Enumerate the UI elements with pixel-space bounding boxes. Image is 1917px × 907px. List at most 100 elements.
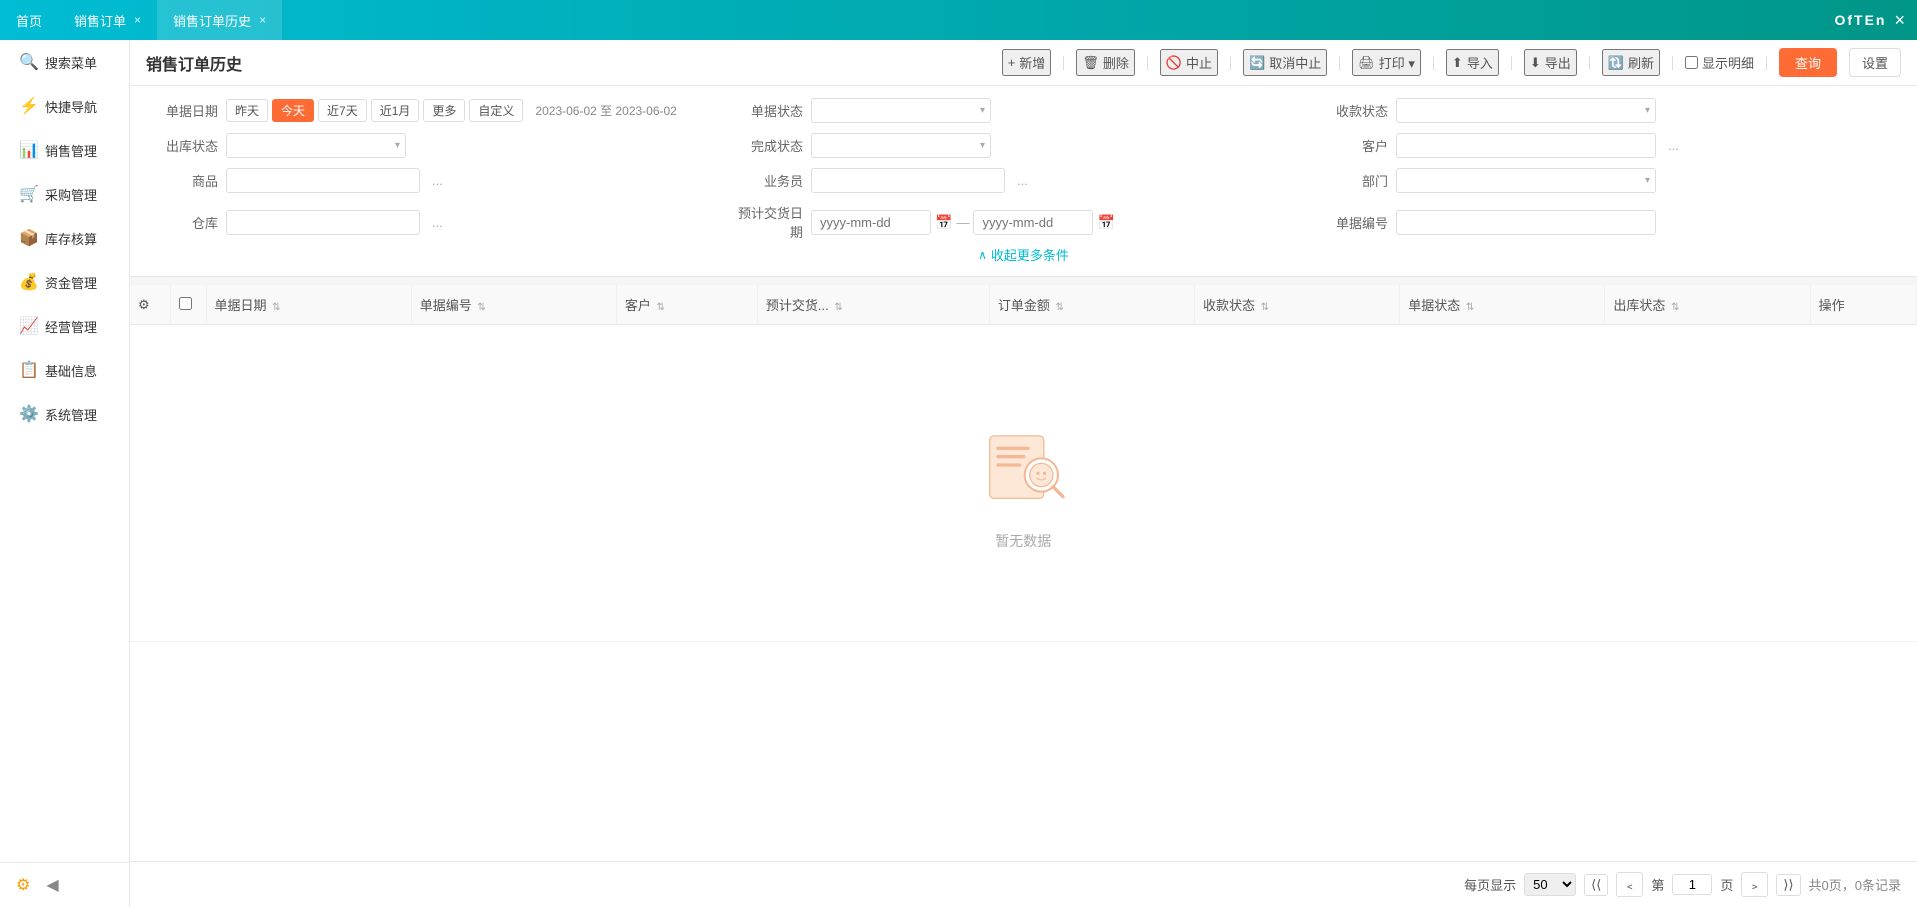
product-dots[interactable]: ...	[432, 173, 443, 188]
sidebar-label-purchase: 采购管理	[45, 185, 97, 204]
stop-button[interactable]: 🚫 中止	[1160, 49, 1218, 76]
product-value: ...	[226, 168, 731, 193]
new-button[interactable]: + 新增	[1002, 49, 1052, 76]
delivery-date-end[interactable]	[973, 210, 1093, 235]
th-bill-no-sort: ⇅	[477, 302, 485, 313]
toolbar-actions: + 新增 🗑 删除 🚫 中止 🔄 取消中止	[1002, 48, 1901, 77]
th-stock-status[interactable]: 出库状态 ⇅	[1605, 285, 1810, 325]
tab-sales-order[interactable]: 销售订单 ×	[58, 0, 157, 40]
sidebar-item-inventory[interactable]: 📦 库存核算	[0, 216, 129, 260]
delete-button[interactable]: 🗑 删除	[1076, 49, 1135, 76]
delete-label: 删除	[1103, 53, 1129, 72]
warehouse-input[interactable]	[226, 210, 420, 235]
date-btn-custom[interactable]: 自定义	[469, 99, 523, 122]
tab-sales-history[interactable]: 销售订单历史 ×	[157, 0, 282, 40]
delivery-date-value: 📅 — 📅	[811, 210, 1316, 235]
tab-sales-order-close[interactable]: ×	[134, 13, 141, 27]
sidebar-item-search[interactable]: 🔍 搜索菜单	[0, 40, 129, 84]
filter-cell-bill-no: 单据编号	[1316, 203, 1901, 241]
inventory-icon: 📦	[19, 228, 37, 248]
tab-home[interactable]: + 新增 首页	[0, 0, 58, 40]
print-button[interactable]: 🖨 打印 ▾	[1352, 49, 1421, 76]
th-order-amount-label: 订单金额	[998, 298, 1050, 313]
th-bill-date-label: 单据日期	[215, 298, 267, 313]
date-btn-7days[interactable]: 近7天	[318, 99, 367, 122]
page-size-select[interactable]: 20 50 100	[1524, 873, 1576, 896]
sidebar-item-finance[interactable]: 💰 资金管理	[0, 260, 129, 304]
dept-select[interactable]	[1396, 168, 1656, 193]
receipt-status-select[interactable]	[1396, 98, 1656, 123]
th-bill-date[interactable]: 单据日期 ⇅	[206, 285, 411, 325]
th-bill-status[interactable]: 单据状态 ⇅	[1400, 285, 1605, 325]
sidebar-collapse-icon[interactable]: ◀	[46, 875, 58, 895]
th-receipt-status[interactable]: 收款状态 ⇅	[1195, 285, 1400, 325]
toolbar: 销售订单历史 + 新增 🗑 删除 🚫 中止 🔄	[130, 40, 1917, 86]
settings-gear-icon[interactable]: ⚙	[138, 297, 150, 312]
top-bar-right: OfTEn ×	[1834, 10, 1917, 31]
bill-status-select[interactable]	[811, 98, 991, 123]
th-action-label: 操作	[1819, 298, 1845, 313]
collapse-more[interactable]: ∧ 收起更多条件	[146, 241, 1901, 264]
empty-state: 暂无数据	[138, 335, 1909, 631]
pagination-next[interactable]: ﹥	[1741, 872, 1768, 897]
date-btn-more[interactable]: 更多	[423, 99, 465, 122]
top-bar-close[interactable]: ×	[1894, 10, 1905, 31]
complete-status-select[interactable]	[811, 133, 991, 158]
delivery-date-start-icon[interactable]: 📅	[935, 214, 952, 231]
sidebar-item-basic-info[interactable]: 📋 基础信息	[0, 348, 129, 392]
th-customer[interactable]: 客户 ⇅	[616, 285, 757, 325]
product-input[interactable]	[226, 168, 420, 193]
settings-button[interactable]: 设置	[1849, 48, 1901, 77]
export-button[interactable]: ⬇ 导出	[1524, 49, 1577, 76]
divider-8	[1672, 56, 1673, 70]
delivery-date-start[interactable]	[811, 210, 931, 235]
sidebar-item-quicknav[interactable]: ⚡ 快捷导航	[0, 84, 129, 128]
date-btn-today[interactable]: 今天	[272, 99, 314, 122]
pagination-page-input[interactable]	[1672, 874, 1712, 895]
import-button[interactable]: ⬆ 导入	[1446, 49, 1499, 76]
empty-text: 暂无数据	[995, 531, 1051, 551]
refresh-button[interactable]: 🔃 刷新	[1602, 49, 1660, 76]
customer-input[interactable]	[1396, 133, 1656, 158]
th-bill-no[interactable]: 单据编号 ⇅	[411, 285, 616, 325]
th-order-amount[interactable]: 订单金额 ⇅	[989, 285, 1194, 325]
tab-sales-history-close[interactable]: ×	[259, 13, 266, 27]
pagination-prev[interactable]: ﹤	[1616, 872, 1643, 897]
display-toggle-checkbox[interactable]	[1685, 56, 1698, 69]
filter-cell-delivery-date: 预计交货日期 📅 — 📅	[731, 203, 1316, 241]
delivery-date-end-icon[interactable]: 📅	[1097, 214, 1114, 231]
th-action: 操作	[1810, 285, 1916, 325]
sidebar-item-sales[interactable]: 📊 销售管理	[0, 128, 129, 172]
stop-icon: 🚫	[1166, 55, 1182, 71]
sidebar-item-system[interactable]: ⚙️ 系统管理	[0, 392, 129, 436]
salesman-dots[interactable]: ...	[1017, 173, 1028, 188]
sidebar-settings-icon[interactable]: ⚙	[16, 875, 30, 895]
cancel-stop-button[interactable]: 🔄 取消中止	[1243, 49, 1327, 76]
date-btn-1month[interactable]: 近1月	[371, 99, 420, 122]
stock-status-select[interactable]	[226, 133, 406, 158]
display-toggle[interactable]: 显示明细	[1685, 53, 1754, 72]
salesman-input[interactable]	[811, 168, 1005, 193]
th-checkbox[interactable]	[170, 285, 206, 325]
warehouse-dots[interactable]: ...	[432, 215, 443, 230]
sidebar-label-sales: 销售管理	[45, 141, 97, 160]
bill-no-input[interactable]	[1396, 210, 1656, 235]
sidebar-item-operations[interactable]: 📈 经营管理	[0, 304, 129, 348]
filter-row-4: 仓库 ... 预计交货日期 📅 — 📅	[146, 203, 1901, 241]
date-filter-btns: 昨天 今天 近7天 近1月 更多 自定义	[226, 99, 523, 122]
query-button[interactable]: 查询	[1779, 48, 1837, 77]
pagination-first[interactable]: ⟨⟨	[1584, 874, 1608, 896]
filter-row-3: 商品 ... 业务员 ... 部门	[146, 168, 1901, 193]
select-all-checkbox[interactable]	[179, 297, 192, 310]
sidebar-label-operations: 经营管理	[45, 317, 97, 336]
customer-dots[interactable]: ...	[1668, 138, 1679, 153]
th-settings[interactable]: ⚙	[130, 285, 170, 325]
sidebar-item-purchase[interactable]: 🛒 采购管理	[0, 172, 129, 216]
pagination-last[interactable]: ⟩⟩	[1776, 874, 1800, 896]
stop-label: 中止	[1186, 53, 1212, 72]
filter-cell-warehouse: 仓库 ...	[146, 203, 731, 241]
th-delivery[interactable]: 预计交货... ⇅	[757, 285, 989, 325]
date-btn-yesterday[interactable]: 昨天	[226, 99, 268, 122]
filter-cell-salesman: 业务员 ...	[731, 168, 1316, 193]
customer-value: ...	[1396, 133, 1901, 158]
